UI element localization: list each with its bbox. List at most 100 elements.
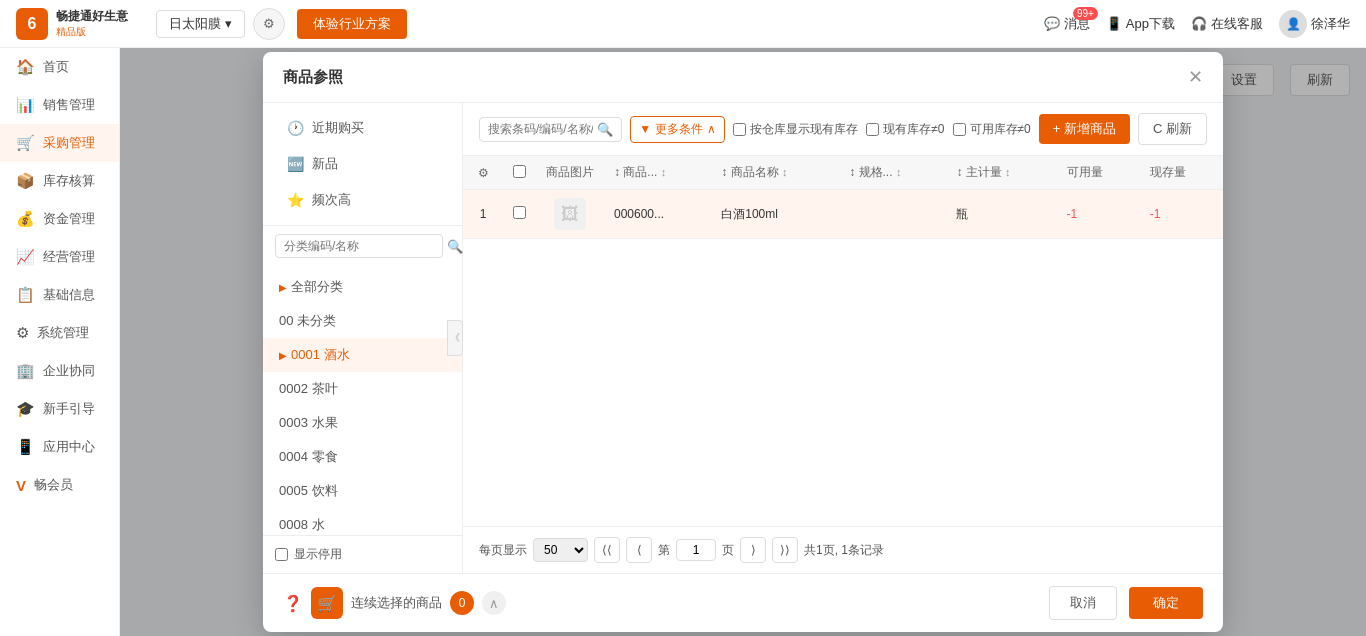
row-checkbox[interactable] [513,206,526,219]
stock-checkbox[interactable] [866,123,879,136]
arrow-icon: ▶ [279,350,287,361]
store-name: 日太阳膜 [169,15,221,33]
enterprise-icon: 🏢 [16,362,35,380]
app-download-button[interactable]: 📱 App下载 [1106,15,1175,33]
th-code[interactable]: ↕ 商品... ↕ [604,156,711,190]
sidebar-label-sales: 销售管理 [43,96,95,114]
sidebar-item-finance[interactable]: 💰 资金管理 [0,200,119,238]
cart-button[interactable]: 🛒 [311,587,343,619]
sidebar-item-basic-info[interactable]: 📋 基础信息 [0,276,119,314]
sidebar-item-member[interactable]: V 畅会员 [0,466,119,504]
message-button[interactable]: 💬 消息 99+ [1044,15,1090,33]
last-page-button[interactable]: ⟩⟩ [772,537,798,563]
cat-0002[interactable]: 0002 茶叶 [263,372,462,406]
sidebar-item-system[interactable]: ⚙ 系统管理 [0,314,119,352]
sidebar-item-purchase[interactable]: 🛒 采购管理 [0,124,119,162]
tab-frequent[interactable]: ⭐ 频次高 [275,183,450,217]
tab-recent[interactable]: 🕐 近期购买 [275,111,450,145]
filter-icon: ▼ [639,122,651,136]
help-icon[interactable]: ❓ [283,594,303,613]
sidebar-label-guide: 新手引导 [43,400,95,418]
row-unit: 瓶 [946,190,1056,239]
refresh-button[interactable]: C 刷新 [1138,113,1207,145]
select-all-checkbox[interactable] [513,165,526,178]
search-input[interactable] [488,122,593,136]
basic-info-icon: 📋 [16,286,35,304]
collapse-footer-button[interactable]: ∧ [482,591,506,615]
cat-0001[interactable]: ▶ 0001 酒水 [263,338,462,372]
th-unit[interactable]: ↕ 主计量 ↕ [946,156,1056,190]
product-table: ⚙ 商品图片 ↕ 商品... ↕ ↕ 商品名称 ↕ ↕ 规格... ↕ ↕ 主计… [463,156,1223,239]
th-name[interactable]: ↕ 商品名称 ↕ [711,156,839,190]
collapse-panel-button[interactable]: 《 [447,320,463,356]
sidebar-item-apps[interactable]: 📱 应用中心 [0,428,119,466]
first-page-button[interactable]: ⟨⟨ [594,537,620,563]
sidebar-label-inventory: 库存核算 [43,172,95,190]
per-page-select[interactable]: 50 10 20 100 [533,538,588,562]
system-icon: ⚙ [16,324,29,342]
cancel-button[interactable]: 取消 [1049,586,1117,620]
cat-0008[interactable]: 0008 水 [263,508,462,535]
logo-icon: 6 [16,8,48,40]
cat-all[interactable]: ▶ 全部分类 [263,270,462,304]
finance-icon: 💰 [16,210,35,228]
category-search-input[interactable] [275,234,443,258]
page-label: 第 [658,542,670,559]
row-available: -1 [1057,190,1140,239]
star-icon: ⭐ [287,192,304,208]
search-icon[interactable]: 🔍 [447,239,463,254]
sidebar-label-basic-info: 基础信息 [43,286,95,304]
prev-page-button[interactable]: ⟨ [626,537,652,563]
next-page-button[interactable]: ⟩ [740,537,766,563]
trial-button[interactable]: 体验行业方案 [297,9,407,39]
pagination: 每页显示 50 10 20 100 ⟨⟨ ⟨ 第 页 [463,526,1223,573]
cat-00[interactable]: 00 未分类 [263,304,462,338]
filter-arrow-icon: ∧ [707,122,716,136]
sidebar-item-home[interactable]: 🏠 首页 [0,48,119,86]
filter-button[interactable]: ▼ 更多条件 ∧ [630,116,725,143]
close-button[interactable]: ✕ [1188,66,1203,88]
tab-new[interactable]: 🆕 新品 [275,147,450,181]
chevron-down-icon: ▾ [225,16,232,31]
th-check [503,156,536,190]
available-label: 可用库存≠0 [970,121,1031,138]
cat-0005[interactable]: 0005 饮料 [263,474,462,508]
product-image: 🖼 [554,198,586,230]
sidebar-item-enterprise[interactable]: 🏢 企业协同 [0,352,119,390]
cat-label: 0005 饮料 [279,482,338,500]
th-settings[interactable]: ⚙ [463,156,503,190]
add-product-button[interactable]: + 新增商品 [1039,114,1130,144]
stock-label: 现有库存≠0 [883,121,944,138]
cat-0003[interactable]: 0003 水果 [263,406,462,440]
th-spec[interactable]: ↕ 规格... ↕ [839,156,946,190]
sidebar-item-guide[interactable]: 🎓 新手引导 [0,390,119,428]
table-row[interactable]: 1 🖼 000600... 白酒100ml 瓶 [463,190,1223,239]
user-profile[interactable]: 👤 徐泽华 [1279,10,1350,38]
sidebar-item-sales[interactable]: 📊 销售管理 [0,86,119,124]
purchase-icon: 🛒 [16,134,35,152]
show-disabled-checkbox[interactable] [275,548,288,561]
sidebar-item-operations[interactable]: 📈 经营管理 [0,238,119,276]
th-image: 商品图片 [536,156,604,190]
filter-label: 更多条件 [655,121,703,138]
page-input[interactable] [676,539,716,561]
dialog-header: 商品参照 ✕ [263,52,1223,103]
cat-label: 全部分类 [291,278,343,296]
row-no: 1 [463,190,503,239]
sidebar-item-inventory[interactable]: 📦 库存核算 [0,162,119,200]
toolbar: 🔍 ▼ 更多条件 ∧ 按仓库显示现有库存 [463,103,1223,156]
available-checkbox[interactable] [953,123,966,136]
online-service-button[interactable]: 🎧 在线客服 [1191,15,1263,33]
notification-badge: 99+ [1073,7,1098,20]
store-selector[interactable]: 日太阳膜 ▾ [156,10,245,38]
dialog-body: 🕐 近期购买 🆕 新品 ⭐ 频次高 [263,103,1223,573]
message-icon: 💬 [1044,16,1060,31]
confirm-button[interactable]: 确定 [1129,587,1203,619]
warehouse-checkbox[interactable] [733,123,746,136]
sidebar-label-home: 首页 [43,58,69,76]
cat-0004[interactable]: 0004 零食 [263,440,462,474]
search-icon[interactable]: 🔍 [597,122,613,137]
gear-button[interactable]: ⚙ [253,8,285,40]
operations-icon: 📈 [16,248,35,266]
warehouse-label: 按仓库显示现有库存 [750,121,858,138]
